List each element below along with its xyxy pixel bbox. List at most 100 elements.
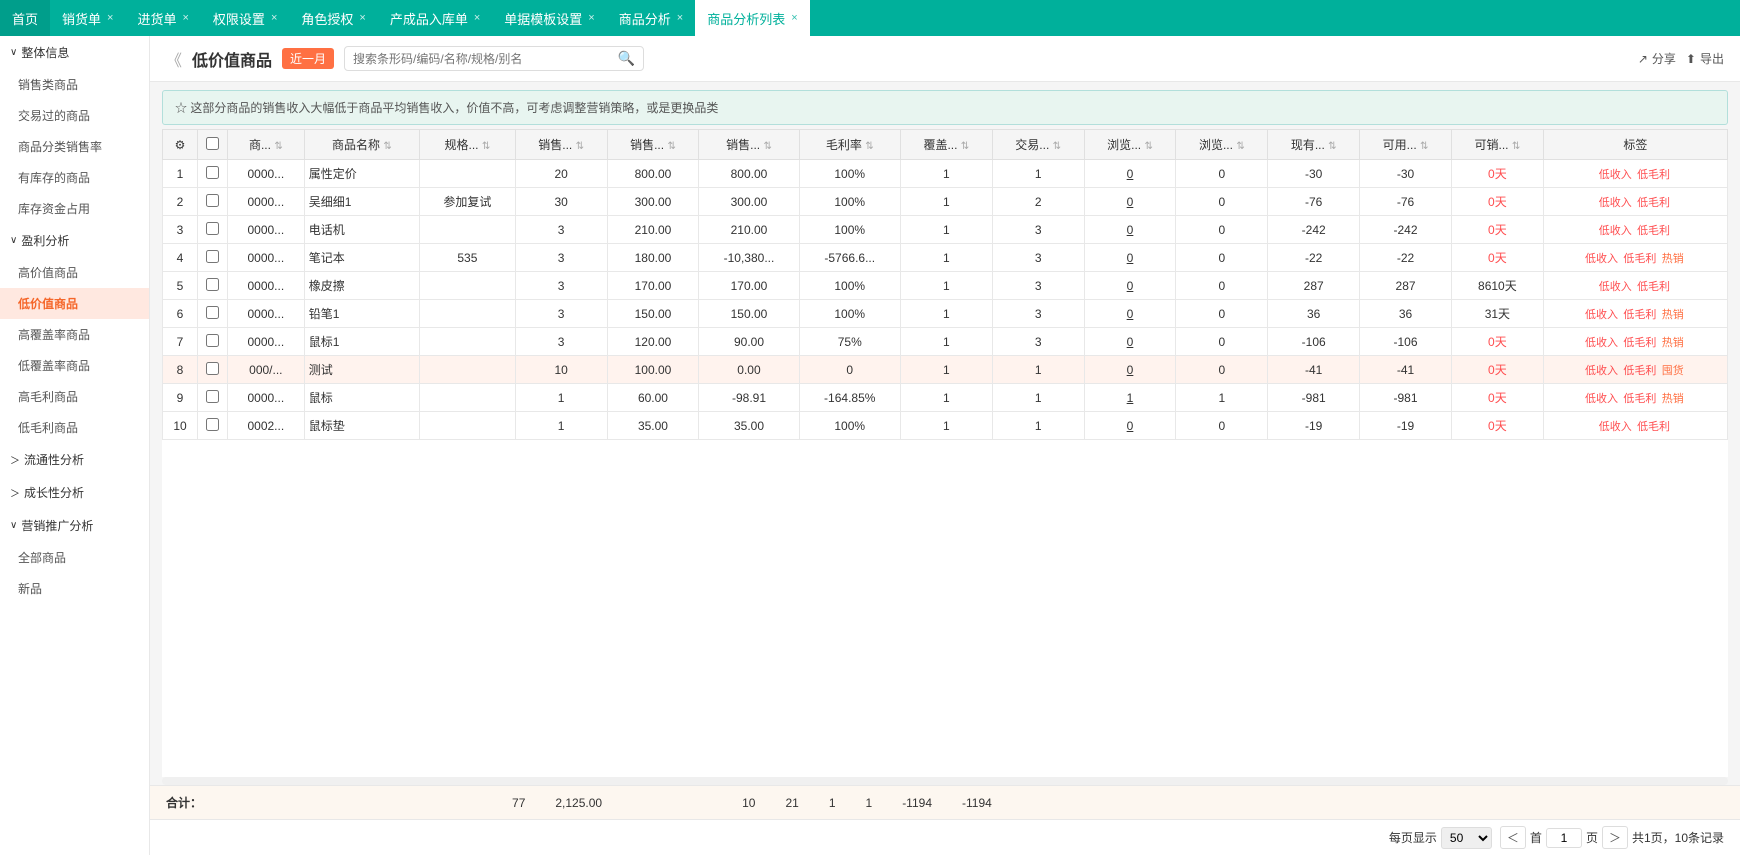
close-icon[interactable]: × [474,12,480,24]
row-spec [420,216,516,244]
sidebar-item-stock-products[interactable]: 有库存的商品 [0,162,149,193]
sidebar-group-profit[interactable]: ∨ 盈利分析 [0,224,149,257]
row-checkbox[interactable] [198,328,228,356]
row-checkbox[interactable] [198,300,228,328]
col-checkbox[interactable] [198,130,228,160]
nav-purchase-order[interactable]: 进货单 × [125,0,200,36]
row-current-stock: -41 [1268,356,1360,384]
row-checkbox[interactable] [198,188,228,216]
per-page-select[interactable]: 50 100 200 [1441,827,1492,849]
close-icon[interactable]: × [182,12,188,24]
row-gross-rate: 100% [799,412,900,440]
table-row: 9 0000... 鼠标 1 60.00 -98.91 -164.85% 1 1… [163,384,1728,412]
page-label: 首 [1530,829,1542,846]
sidebar-item-high-margin[interactable]: 高毛利商品 [0,381,149,412]
close-icon[interactable]: × [107,12,113,24]
row-checkbox[interactable] [198,356,228,384]
col-sale-qty: 销售... ⇅ [515,130,607,160]
row-sellable-days: 31天 [1451,300,1543,328]
sidebar-item-new-products[interactable]: 新品 [0,573,149,604]
sidebar-item-all-products[interactable]: 全部商品 [0,542,149,573]
footer-trade-count: 21 [785,796,798,810]
row-available-stock: -30 [1360,160,1452,188]
row-checkbox[interactable] [198,412,228,440]
row-sale-amount: 60.00 [607,384,699,412]
horizontal-scrollbar[interactable] [162,777,1728,785]
row-sale-qty: 3 [515,216,607,244]
row-browse1[interactable]: 0 [1084,412,1176,440]
row-spec [420,356,516,384]
nav-product-analysis-list[interactable]: 商品分析列表 × [695,0,809,36]
row-current-stock: -981 [1268,384,1360,412]
search-input[interactable] [353,52,618,66]
row-browse1[interactable]: 0 [1084,216,1176,244]
row-trade-count: 1 [992,412,1084,440]
close-icon[interactable]: × [271,12,277,24]
nav-bill-template[interactable]: 单据模板设置 × [492,0,606,36]
row-sale-amount: 120.00 [607,328,699,356]
col-setting[interactable]: ⚙ [163,130,198,160]
sidebar-item-low-coverage[interactable]: 低覆盖率商品 [0,350,149,381]
pagination-bar: 每页显示 50 100 200 ＜ 首 页 ＞ 共1页，10条记录 [150,819,1740,855]
row-browse1[interactable]: 0 [1084,272,1176,300]
nav-sales-order[interactable]: 销货单 × [50,0,125,36]
page-navigation: ＜ 首 页 ＞ 共1页，10条记录 [1500,826,1724,849]
page-number-input[interactable] [1546,828,1582,848]
info-icon: ☆ [175,101,187,115]
select-all-checkbox[interactable] [206,137,219,150]
sidebar-item-high-value[interactable]: 高价值商品 [0,257,149,288]
collapse-sidebar-btn[interactable]: 《 [166,47,182,71]
close-icon[interactable]: × [677,12,683,24]
search-icon[interactable]: 🔍 [618,50,635,67]
row-name: 鼠标 [304,384,419,412]
sidebar-item-low-margin[interactable]: 低毛利商品 [0,412,149,443]
first-page-btn[interactable]: ＜ [1500,826,1526,849]
row-browse1[interactable]: 0 [1084,188,1176,216]
sidebar-item-stock-capital[interactable]: 库存资金占用 [0,193,149,224]
row-checkbox[interactable] [198,244,228,272]
nav-product-inbound[interactable]: 产成品入库单 × [378,0,492,36]
row-browse1[interactable]: 1 [1084,384,1176,412]
row-checkbox[interactable] [198,384,228,412]
next-page-btn[interactable]: ＞ [1602,826,1628,849]
row-code: 000/... [228,356,305,384]
time-filter-tag[interactable]: 近一月 [282,48,334,69]
row-code: 0000... [228,300,305,328]
export-button[interactable]: ⬆ 导出 [1686,50,1724,67]
row-checkbox[interactable] [198,160,228,188]
footer-label: 合计： [166,794,202,811]
row-spec [420,272,516,300]
sidebar-group-growth[interactable]: ＞ 成长性分析 [0,476,149,509]
share-button[interactable]: ↗ 分享 [1638,50,1676,67]
sidebar-group-overall[interactable]: ∨ 整体信息 [0,36,149,69]
row-checkbox[interactable] [198,272,228,300]
row-browse1[interactable]: 0 [1084,244,1176,272]
sidebar-item-traded-products[interactable]: 交易过的商品 [0,100,149,131]
row-browse1[interactable]: 0 [1084,328,1176,356]
row-checkbox[interactable] [198,216,228,244]
row-browse1[interactable]: 0 [1084,356,1176,384]
row-gross-rate: -164.85% [799,384,900,412]
row-available-stock: -106 [1360,328,1452,356]
row-coverage: 1 [900,160,992,188]
sidebar-group-circulation[interactable]: ＞ 流通性分析 [0,443,149,476]
nav-role-auth[interactable]: 角色授权 × [289,0,377,36]
row-browse1[interactable]: 0 [1084,300,1176,328]
row-sellable-days: 0天 [1451,412,1543,440]
sidebar-item-category-rate[interactable]: 商品分类销售率 [0,131,149,162]
close-icon[interactable]: × [359,12,365,24]
row-gross-rate: 0 [799,356,900,384]
sidebar-group-marketing[interactable]: ∨ 营销推广分析 [0,509,149,542]
sidebar-item-high-coverage[interactable]: 高覆盖率商品 [0,319,149,350]
nav-home[interactable]: 首页 [0,0,50,36]
row-num: 10 [163,412,198,440]
nav-product-analysis[interactable]: 商品分析 × [607,0,695,36]
close-icon[interactable]: × [791,12,797,24]
footer-totals: 合计： 77 2,125.00 10 21 1 1 -1194 -1194 [150,785,1740,819]
row-browse1[interactable]: 0 [1084,160,1176,188]
close-icon[interactable]: × [588,12,594,24]
nav-permission-settings[interactable]: 权限设置 × [201,0,289,36]
sidebar-item-low-value[interactable]: 低价值商品 [0,288,149,319]
sidebar-item-sales-products[interactable]: 销售类商品 [0,69,149,100]
row-sellable-days: 0天 [1451,244,1543,272]
